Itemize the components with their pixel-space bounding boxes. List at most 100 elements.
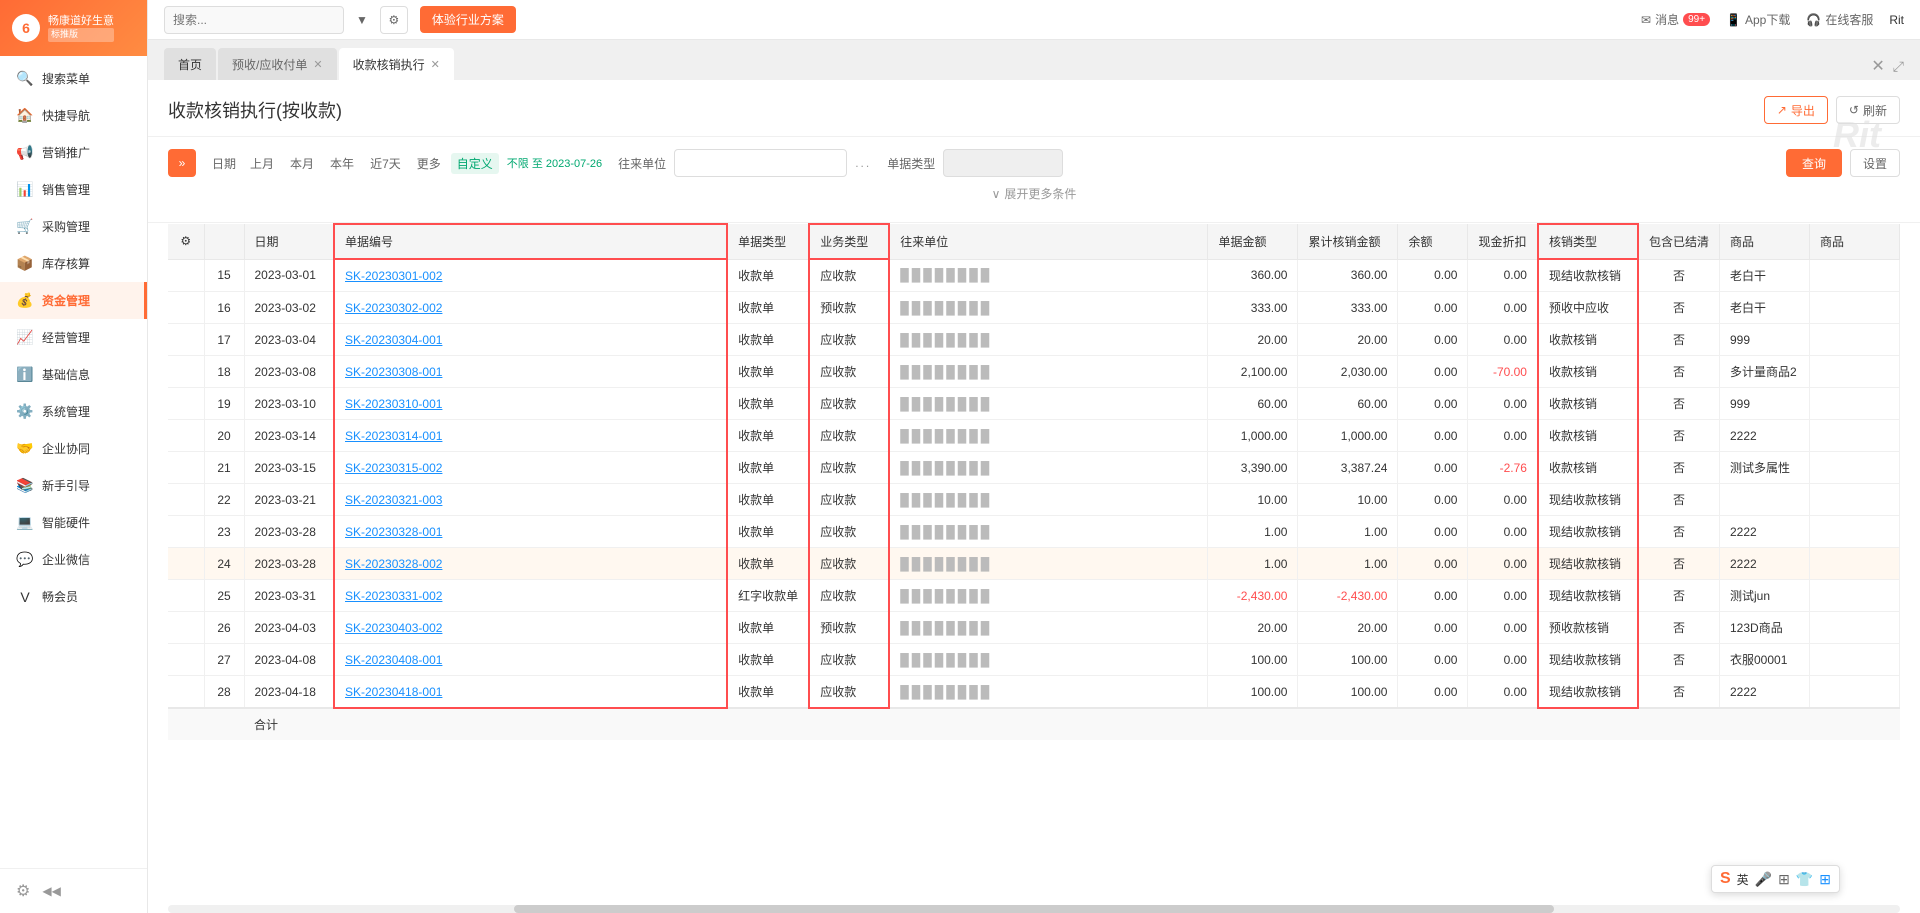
td-bill-no[interactable]: SK-20230321-003 [334,484,727,516]
sidebar-item-operation[interactable]: 📈 经营管理 [0,319,147,356]
bill-no-link[interactable]: SK-20230331-002 [345,589,442,603]
bill-no-link[interactable]: SK-20230314-001 [345,429,442,443]
topbar-search-input[interactable] [164,6,344,34]
sidebar-item-basic[interactable]: ℹ️ 基础信息 [0,356,147,393]
bill-no-link[interactable]: SK-20230308-001 [345,365,442,379]
td-bill-no[interactable]: SK-20230302-002 [334,292,727,324]
td-bill-type: 收款单 [727,644,809,676]
td-bill-no[interactable]: SK-20230328-001 [334,516,727,548]
th-settings[interactable]: ⚙ [168,224,204,259]
industry-solution-btn[interactable]: 体验行业方案 [420,6,516,33]
sidebar-item-guide[interactable]: 📚 新手引导 [0,467,147,504]
sidebar-item-system[interactable]: ⚙️ 系统管理 [0,393,147,430]
table-row[interactable]: 27 2023-04-08 SK-20230408-001 收款单 应收款 ██… [168,644,1900,676]
ime-shirt-icon[interactable]: 👕 [1796,871,1813,888]
sidebar-item-quick-nav[interactable]: 🏠 快捷导航 [0,97,147,134]
bill-no-link[interactable]: SK-20230408-001 [345,653,442,667]
td-no: 18 [204,356,244,388]
td-bill-no[interactable]: SK-20230308-001 [334,356,727,388]
filter-expand-btn[interactable]: » [168,149,196,177]
topbar-gear-btn[interactable]: ⚙ [380,6,408,34]
td-bill-no[interactable]: SK-20230328-002 [334,548,727,580]
bill-no-link[interactable]: SK-20230328-001 [345,525,442,539]
bill-no-link[interactable]: SK-20230310-001 [345,397,442,411]
td-bill-no[interactable]: SK-20230403-002 [334,612,727,644]
online-service-link[interactable]: 🎧 在线客服 [1806,11,1873,28]
bill-no-link[interactable]: SK-20230302-002 [345,301,442,315]
date-option-more[interactable]: 更多 [411,153,447,174]
ime-grid-icon[interactable]: ⊞ [1778,871,1790,888]
expand-more-link[interactable]: ∨ 展开更多条件 [992,185,1077,202]
td-bill-no[interactable]: SK-20230314-001 [334,420,727,452]
bill-no-link[interactable]: SK-20230418-001 [345,685,442,699]
sidebar-item-sales[interactable]: 📊 销售管理 [0,171,147,208]
sidebar-item-search[interactable]: 🔍 搜索菜单 [0,60,147,97]
topbar-dropdown[interactable]: ▼ [356,13,368,27]
table-row[interactable]: 17 2023-03-04 SK-20230304-001 收款单 应收款 ██… [168,324,1900,356]
date-option-this-month[interactable]: 本月 [284,153,320,174]
table-row[interactable]: 24 2023-03-28 SK-20230328-002 收款单 应收款 ██… [168,548,1900,580]
setting-btn[interactable]: 设置 [1850,149,1900,177]
sidebar-item-member[interactable]: V 畅会员 [0,578,147,615]
ime-mic-icon[interactable]: 🎤 [1755,871,1772,888]
tab-prepay[interactable]: 预收/应收付单 ✕ [218,48,337,80]
app-download-link[interactable]: 📱 App下载 [1726,11,1790,28]
bill-no-link[interactable]: SK-20230328-002 [345,557,442,571]
refresh-btn[interactable]: ↺ 刷新 [1836,96,1900,124]
sidebar-item-finance[interactable]: 💰 资金管理 [0,282,147,319]
td-bill-no[interactable]: SK-20230315-002 [334,452,727,484]
bill-no-link[interactable]: SK-20230301-002 [345,269,442,283]
user-name[interactable]: Rit [1889,13,1904,27]
tab-close-prepay[interactable]: ✕ [313,58,322,71]
td-bill-no[interactable]: SK-20230408-001 [334,644,727,676]
tab-close-all-icon[interactable]: ✕ [1871,56,1884,76]
sidebar-item-wechat[interactable]: 💬 企业微信 [0,541,147,578]
ime-puzzle-icon[interactable]: ⊞ [1819,871,1831,888]
td-bill-no[interactable]: SK-20230301-002 [334,259,727,292]
table-row[interactable]: 22 2023-03-21 SK-20230321-003 收款单 应收款 ██… [168,484,1900,516]
date-option-7days[interactable]: 近7天 [364,153,407,174]
tab-maximize-icon[interactable]: ⤢ [1893,58,1904,75]
td-amount: 1.00 [1208,516,1298,548]
td-bill-no[interactable]: SK-20230310-001 [334,388,727,420]
bill-no-link[interactable]: SK-20230403-002 [345,621,442,635]
bill-no-link[interactable]: SK-20230304-001 [345,333,442,347]
bill-no-link[interactable]: SK-20230315-002 [345,461,442,475]
bill-no-link[interactable]: SK-20230321-003 [345,493,442,507]
table-row[interactable]: 21 2023-03-15 SK-20230315-002 收款单 应收款 ██… [168,452,1900,484]
date-option-last-month[interactable]: 上月 [244,153,280,174]
table-scroll-bar[interactable] [168,905,1900,913]
td-bill-no[interactable]: SK-20230304-001 [334,324,727,356]
date-option-this-year[interactable]: 本年 [324,153,360,174]
export-btn[interactable]: ↗ 导出 [1764,96,1828,124]
td-balance: 0.00 [1398,548,1468,580]
tab-home[interactable]: 首页 [164,48,216,80]
table-row[interactable]: 15 2023-03-01 SK-20230301-002 收款单 应收款 ██… [168,259,1900,292]
td-goods: 123D商品 [1720,612,1810,644]
sidebar-item-inventory[interactable]: 📦 库存核算 [0,245,147,282]
table-row[interactable]: 16 2023-03-02 SK-20230302-002 收款单 预收款 ██… [168,292,1900,324]
sidebar-item-marketing[interactable]: 📢 营销推广 [0,134,147,171]
td-bill-no[interactable]: SK-20230331-002 [334,580,727,612]
page-header: 收款核销执行(按收款) ↗ 导出 ↺ 刷新 [148,80,1920,137]
date-option-custom[interactable]: 自定义 [451,153,499,174]
message-area[interactable]: ✉ 消息 99+ [1641,11,1710,28]
sidebar-collapse-icon[interactable]: ◀◀ [42,884,60,898]
td-bill-no[interactable]: SK-20230418-001 [334,676,727,709]
sidebar-settings-icon[interactable]: ⚙ [16,881,30,901]
table-row[interactable]: 18 2023-03-08 SK-20230308-001 收款单 应收款 ██… [168,356,1900,388]
query-btn[interactable]: 查询 [1786,149,1842,177]
table-row[interactable]: 20 2023-03-14 SK-20230314-001 收款单 应收款 ██… [168,420,1900,452]
sidebar-item-hardware[interactable]: 💻 智能硬件 [0,504,147,541]
table-row[interactable]: 23 2023-03-28 SK-20230328-001 收款单 应收款 ██… [168,516,1900,548]
tab-close-verify[interactable]: ✕ [431,58,440,71]
table-row[interactable]: 26 2023-04-03 SK-20230403-002 收款单 预收款 ██… [168,612,1900,644]
sidebar-item-purchase[interactable]: 🛒 采购管理 [0,208,147,245]
table-row[interactable]: 28 2023-04-18 SK-20230418-001 收款单 应收款 ██… [168,676,1900,709]
sidebar-item-enterprise[interactable]: 🤝 企业协同 [0,430,147,467]
table-row[interactable]: 25 2023-03-31 SK-20230331-002 红字收款单 应收款 … [168,580,1900,612]
table-row[interactable]: 19 2023-03-10 SK-20230310-001 收款单 应收款 ██… [168,388,1900,420]
receipt-type-select[interactable] [943,149,1063,177]
tab-verify[interactable]: 收款核销执行 ✕ [339,48,454,80]
counterpart-input[interactable] [674,149,847,177]
